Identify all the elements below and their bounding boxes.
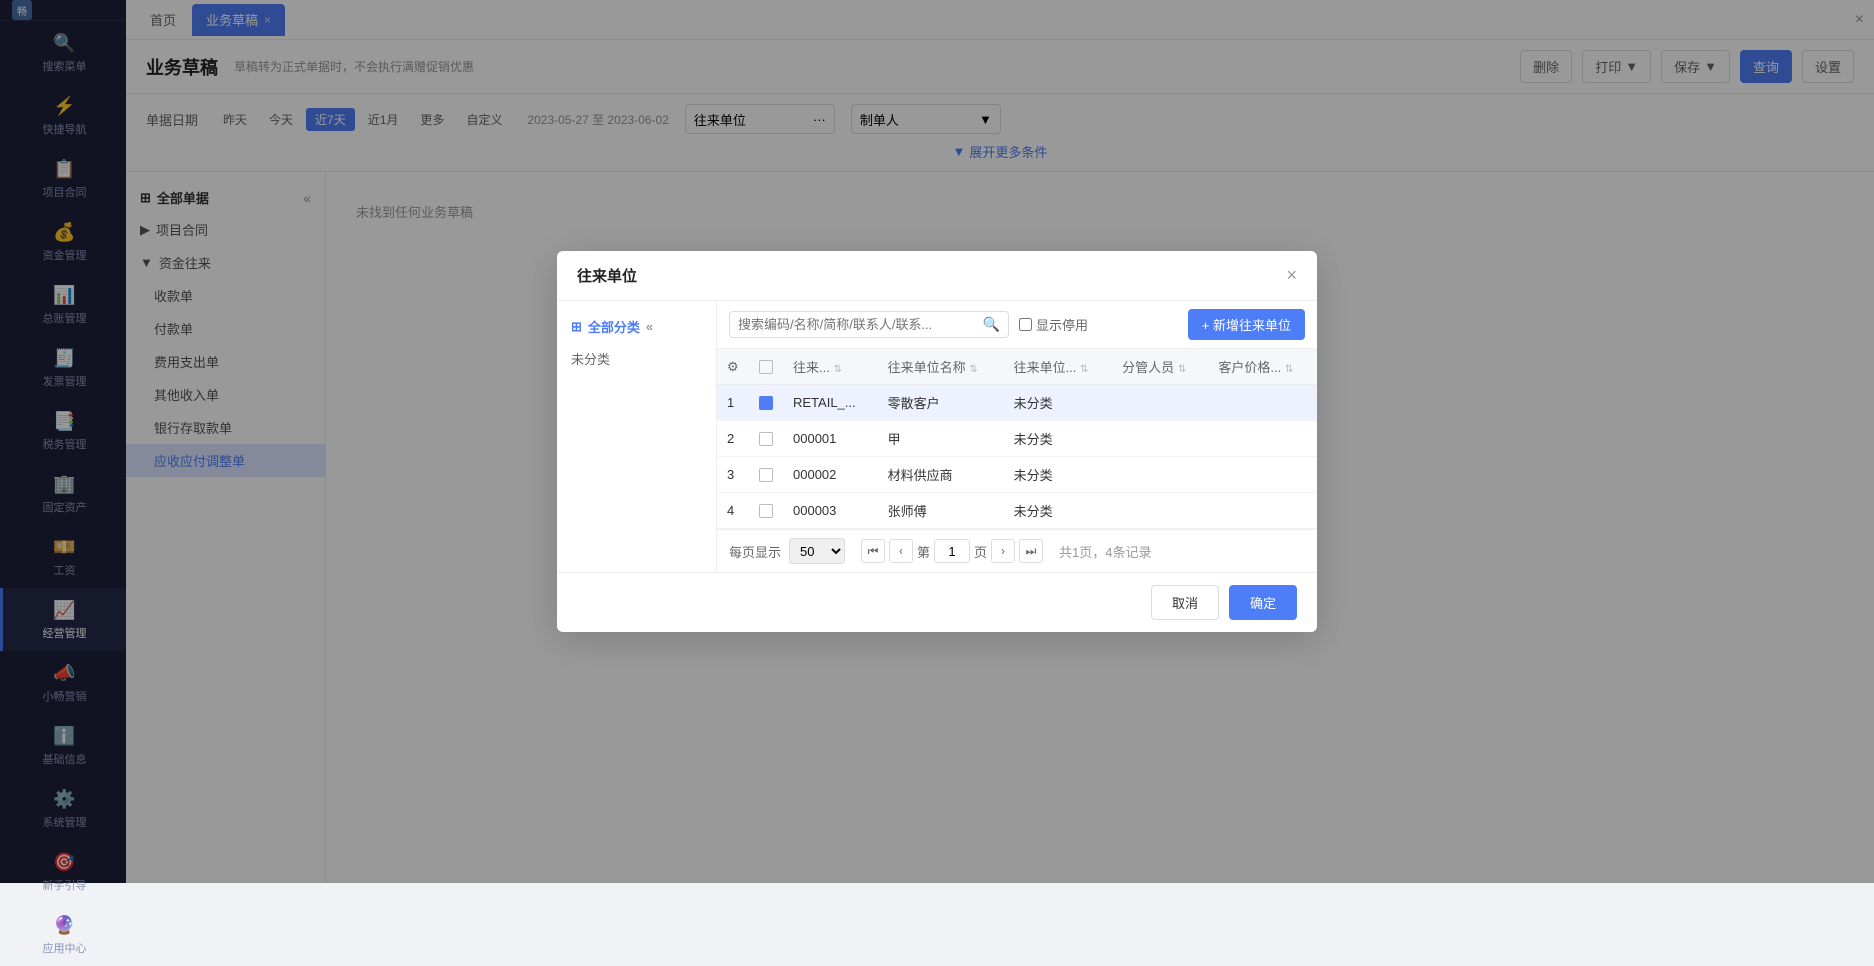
sort-price-icon[interactable]: ⇅ [1285,364,1293,375]
next-page-btn[interactable]: › [991,539,1015,563]
th-manager-text: 分管人员 [1122,360,1174,375]
dialog-body: ⊞ 全部分类 « 未分类 🔍 显示停用 [557,301,1317,572]
confirm-button[interactable]: 确定 [1229,585,1297,620]
th-checkbox [749,349,783,385]
row1-name: 零散客户 [878,385,1004,421]
row1-checkbox[interactable] [759,396,773,410]
first-page-btn[interactable]: ⏮ [861,539,885,563]
row3-code: 000002 [783,457,878,493]
category-unclassified-label: 未分类 [571,352,610,367]
show-disabled-checkbox[interactable] [1019,318,1032,331]
th-category-text: 往来单位... [1014,360,1077,375]
th-name-text: 往来单位名称 [888,360,966,375]
th-name: 往来单位名称 ⇅ [878,349,1004,385]
add-counterparty-btn[interactable]: + 新增往来单位 [1188,309,1305,340]
cancel-button[interactable]: 取消 [1151,585,1219,620]
row2-checkbox-cell [749,421,783,457]
row1-category: 未分类 [1004,385,1113,421]
sidebar-item-label-app: 应用中心 [43,940,87,956]
dialog-table-body: 1 RETAIL_... 零散客户 未分类 [717,385,1317,529]
dialog-search-icon: 🔍 [983,316,1000,333]
row1-price [1208,385,1317,421]
dialog-right: 🔍 显示停用 + 新增往来单位 ⚙ [717,301,1317,572]
table-header-row: ⚙ 往来... ⇅ 往来单位名称 ⇅ [717,349,1317,385]
page-prefix-label: 第 [917,542,930,561]
table-row[interactable]: 3 000002 材料供应商 未分类 [717,457,1317,493]
sort-name-icon[interactable]: ⇅ [969,364,977,375]
dialog-category-header: ⊞ 全部分类 « [557,311,716,342]
sort-category-icon[interactable]: ⇅ [1080,364,1088,375]
row4-name: 张师傅 [878,493,1004,529]
page-total-info: 共1页，4条记录 [1059,542,1151,561]
row2-manager [1112,421,1208,457]
sort-code-icon[interactable]: ⇅ [833,364,841,375]
th-code-text: 往来... [793,360,830,375]
dialog-search-box[interactable]: 🔍 [729,311,1009,338]
table-row[interactable]: 2 000001 甲 未分类 [717,421,1317,457]
row4-checkbox-cell [749,493,783,529]
dialog-table-wrap: ⚙ 往来... ⇅ 往来单位名称 ⇅ [717,349,1317,529]
dialog-category-unclassified[interactable]: 未分类 [557,342,716,375]
grid-icon-dlg: ⊞ [571,319,582,335]
dialog-search-input[interactable] [738,317,983,332]
row4-code: 000003 [783,493,878,529]
th-price-text: 客户价格... [1218,360,1281,375]
dialog-collapse-btn[interactable]: « [646,319,653,334]
table-row[interactable]: 4 000003 张师傅 未分类 [717,493,1317,529]
row3-price [1208,457,1317,493]
counterparty-dialog: 往来单位 × ⊞ 全部分类 « 未分类 [557,251,1317,632]
row1-manager [1112,385,1208,421]
th-settings: ⚙ [717,349,749,385]
page-navigation: ⏮ ‹ 第 页 › ⏭ [861,539,1043,563]
th-category: 往来单位... ⇅ [1004,349,1113,385]
page-suffix-label: 页 [974,542,987,561]
row3-category: 未分类 [1004,457,1113,493]
sort-manager-icon[interactable]: ⇅ [1178,364,1186,375]
row3-name: 材料供应商 [878,457,1004,493]
row2-settings: 2 [717,421,749,457]
header-checkbox[interactable] [759,360,773,374]
prev-page-btn[interactable]: ‹ [889,539,913,563]
row2-name: 甲 [878,421,1004,457]
row2-code: 000001 [783,421,878,457]
row3-checkbox-cell [749,457,783,493]
row4-price [1208,493,1317,529]
row3-checkbox[interactable] [759,468,773,482]
dialog-categories: ⊞ 全部分类 « 未分类 [557,301,717,572]
row4-manager [1112,493,1208,529]
show-disabled-label: 显示停用 [1019,315,1088,334]
app-icon: 🔮 [53,915,75,936]
dialog-pagination: 每页显示 50 100 ⏮ ‹ 第 页 › ⏭ 共1页，4条记录 [717,529,1317,572]
show-disabled-text: 显示停用 [1036,315,1088,334]
row1-settings: 1 [717,385,749,421]
row2-price [1208,421,1317,457]
row3-settings: 3 [717,457,749,493]
sidebar-item-app[interactable]: 🔮 应用中心 [0,903,126,966]
page-number-input[interactable] [934,539,970,563]
th-code: 往来... ⇅ [783,349,878,385]
row2-checkbox[interactable] [759,432,773,446]
last-page-btn[interactable]: ⏭ [1019,539,1043,563]
row4-category: 未分类 [1004,493,1113,529]
dialog-overlay: 往来单位 × ⊞ 全部分类 « 未分类 [0,0,1874,883]
th-manager: 分管人员 ⇅ [1112,349,1208,385]
row4-settings: 4 [717,493,749,529]
per-page-select[interactable]: 50 100 [789,538,845,564]
dialog-toolbar: 🔍 显示停用 + 新增往来单位 [717,301,1317,349]
category-header-text: 全部分类 [588,317,640,336]
dialog-title: 往来单位 [577,265,637,286]
row3-manager [1112,457,1208,493]
dialog-close-btn[interactable]: × [1286,265,1297,286]
table-row[interactable]: 1 RETAIL_... 零散客户 未分类 [717,385,1317,421]
row1-code: RETAIL_... [783,385,878,421]
per-page-label: 每页显示 [729,542,781,561]
row1-checkbox-cell [749,385,783,421]
row2-category: 未分类 [1004,421,1113,457]
dialog-actions: 取消 确定 [557,572,1317,632]
row4-checkbox[interactable] [759,504,773,518]
th-price-level: 客户价格... ⇅ [1208,349,1317,385]
dialog-table: ⚙ 往来... ⇅ 往来单位名称 ⇅ [717,349,1317,529]
dialog-header: 往来单位 × [557,251,1317,301]
